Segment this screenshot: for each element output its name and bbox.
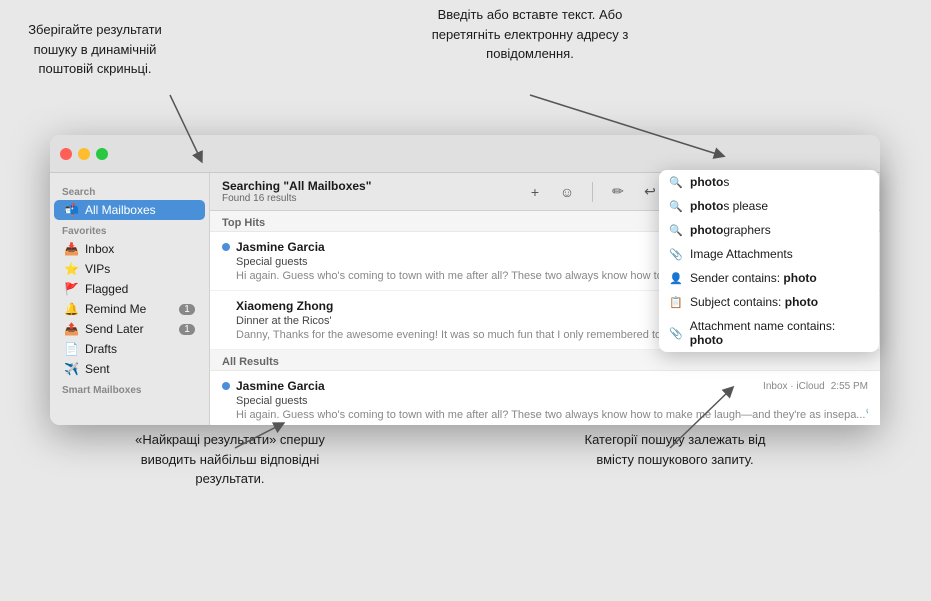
message-from: Jasmine Garcia [236, 379, 757, 393]
vips-icon: ⭐ [64, 262, 79, 276]
dropdown-item-photos-please[interactable]: 🔍 photos please [659, 194, 879, 218]
mailbox-icon: 📬 [64, 203, 79, 217]
sidebar: Search 📬 All Mailboxes Favorites 📥 Inbox… [50, 173, 210, 425]
titlebar [50, 135, 880, 173]
callout-top: Введіть або вставте текст. Або перетягні… [430, 5, 630, 64]
search-label: Search [50, 181, 209, 200]
dropdown-item-photographers[interactable]: 🔍 photographers [659, 218, 879, 242]
compose-button[interactable]: ✏ [607, 181, 629, 203]
send-later-icon: 📤 [64, 322, 79, 336]
dropdown-item-photos[interactable]: 🔍 photos [659, 170, 879, 194]
message-time: 2:55 PM [831, 381, 868, 392]
add-mailbox-button[interactable]: + [524, 181, 546, 203]
message-location: Inbox · iCloud [763, 381, 825, 392]
sidebar-item-send-later[interactable]: 📤 Send Later 1 [54, 319, 205, 339]
drafts-icon: 📄 [64, 342, 79, 356]
flagged-icon: 🚩 [64, 282, 79, 296]
attachment-name-filter-icon: 📎 [669, 327, 683, 340]
sidebar-item-all-mailboxes[interactable]: 📬 All Mailboxes [54, 200, 205, 220]
message-subject: Special guests [222, 395, 868, 407]
subject-filter-icon: 📋 [669, 296, 683, 309]
window-title: Searching "All Mailboxes" [222, 179, 514, 193]
close-button[interactable] [60, 148, 72, 160]
remind-icon: 🔔 [64, 302, 79, 316]
message-preview: Hi again. Guess who's coming to town wit… [222, 408, 868, 421]
table-row[interactable]: Jasmine Garcia Inbox · iCloud 2:55 PM Sp… [210, 371, 880, 425]
window-subtitle: Found 16 results [222, 193, 514, 204]
sidebar-item-vips[interactable]: ⭐ VIPs [54, 259, 205, 279]
favorites-label: Favorites [50, 220, 209, 239]
search-suggestion-icon: 🔍 [669, 176, 683, 189]
attachment-filter-icon: 📎 [669, 248, 683, 261]
callout-left: Зберігайте результати пошуку в динамічні… [10, 20, 180, 79]
attachment-icon: 📎 [865, 408, 868, 421]
inbox-icon: 📥 [64, 242, 79, 256]
sidebar-item-drafts[interactable]: 📄 Drafts [54, 339, 205, 359]
sidebar-item-flagged[interactable]: 🚩 Flagged [54, 279, 205, 299]
toolbar-divider [592, 182, 593, 202]
search-suggestion-icon: 🔍 [669, 200, 683, 213]
sent-icon: ✈️ [64, 362, 79, 376]
read-indicator [222, 302, 230, 310]
dropdown-item-subject-contains[interactable]: 📋 Subject contains: photo [659, 290, 879, 314]
sidebar-item-sent[interactable]: ✈️ Sent [54, 359, 205, 379]
dropdown-item-image-attachments[interactable]: 📎 Image Attachments [659, 242, 879, 266]
smart-mailboxes-label: Smart Mailboxes [50, 379, 209, 398]
dropdown-item-sender-contains[interactable]: 👤 Sender contains: photo [659, 266, 879, 290]
reply-button[interactable]: ↩ [639, 181, 661, 203]
search-dropdown: 🔍 photos 🔍 photos please 🔍 photographers… [659, 170, 879, 352]
section-all-results: All Results [210, 350, 880, 371]
minimize-button[interactable] [78, 148, 90, 160]
dropdown-item-attachment-name-contains[interactable]: 📎 Attachment name contains: photo [659, 314, 879, 352]
person-filter-icon: 👤 [669, 272, 683, 285]
maximize-button[interactable] [96, 148, 108, 160]
sidebar-item-inbox[interactable]: 📥 Inbox [54, 239, 205, 259]
search-suggestion-icon: 🔍 [669, 224, 683, 237]
callout-bottom-right: Категорії пошуку залежать від вмісту пош… [570, 430, 780, 469]
emoji-button[interactable]: ☺ [556, 181, 578, 203]
unread-indicator [222, 243, 230, 251]
sidebar-item-remind-me[interactable]: 🔔 Remind Me 1 [54, 299, 205, 319]
unread-indicator [222, 382, 230, 390]
callout-bottom-left: «Найкращі результати» спершу виводить на… [130, 430, 330, 489]
